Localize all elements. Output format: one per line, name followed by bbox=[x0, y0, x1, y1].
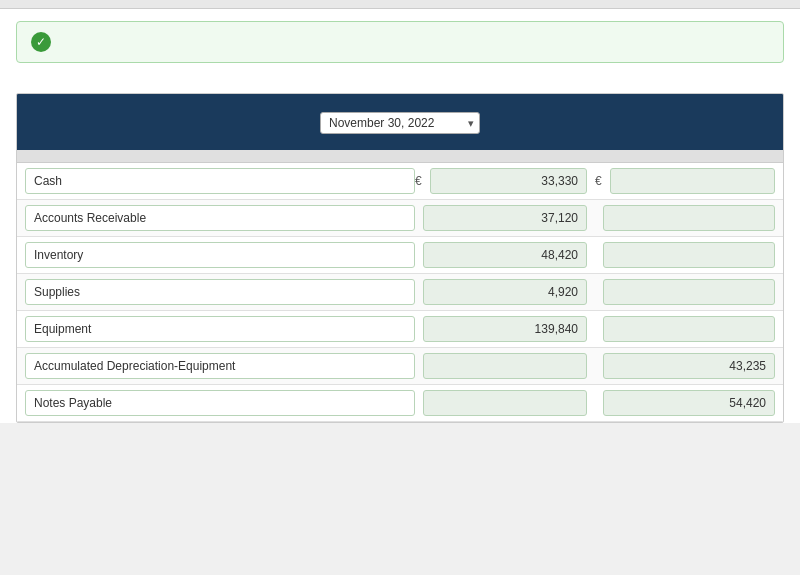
debit-amount-0[interactable]: 33,330 bbox=[430, 168, 587, 194]
table-row: Accounts Receivable 37,120 bbox=[17, 200, 783, 237]
trial-balance-table: November 30, 2022 Cash € 33,330 € Accoun… bbox=[16, 93, 784, 423]
debit-amount-6[interactable] bbox=[423, 390, 587, 416]
debit-amount-3[interactable]: 4,920 bbox=[423, 279, 587, 305]
credit-amount-0[interactable] bbox=[610, 168, 775, 194]
account-name-0: Cash bbox=[25, 168, 415, 194]
date-dropdown[interactable]: November 30, 2022 bbox=[320, 112, 480, 134]
table-row: Cash € 33,330 € bbox=[17, 163, 783, 200]
debit-cell-4: 139,840 bbox=[415, 316, 595, 342]
table-row: Inventory 48,420 bbox=[17, 237, 783, 274]
instruction-text bbox=[0, 75, 800, 93]
account-name-2: Inventory bbox=[25, 242, 415, 268]
credit-amount-6[interactable]: 54,420 bbox=[603, 390, 775, 416]
credit-cell-6: 54,420 bbox=[595, 390, 775, 416]
debit-amount-1[interactable]: 37,120 bbox=[423, 205, 587, 231]
column-headers bbox=[17, 150, 783, 163]
credit-cell-1 bbox=[595, 205, 775, 231]
credit-amount-5[interactable]: 43,235 bbox=[603, 353, 775, 379]
credit-cell-2 bbox=[595, 242, 775, 268]
table-row: Notes Payable 54,420 bbox=[17, 385, 783, 422]
table-row: Equipment 139,840 bbox=[17, 311, 783, 348]
credit-cell-0: € bbox=[595, 168, 775, 194]
date-dropdown-wrapper[interactable]: November 30, 2022 bbox=[320, 112, 480, 134]
debit-cell-5 bbox=[415, 353, 595, 379]
currency-credit-0: € bbox=[595, 174, 602, 188]
table-row: Accumulated Depreciation-Equipment 43,23… bbox=[17, 348, 783, 385]
date-row: November 30, 2022 bbox=[25, 106, 775, 144]
credit-amount-2[interactable] bbox=[603, 242, 775, 268]
credit-amount-3[interactable] bbox=[603, 279, 775, 305]
debit-amount-5[interactable] bbox=[423, 353, 587, 379]
credit-cell-3 bbox=[595, 279, 775, 305]
debit-amount-4[interactable]: 139,840 bbox=[423, 316, 587, 342]
credit-cell-4 bbox=[595, 316, 775, 342]
success-banner: ✓ bbox=[16, 21, 784, 63]
top-bar bbox=[0, 0, 800, 9]
debit-cell-3: 4,920 bbox=[415, 279, 595, 305]
account-name-3: Supplies bbox=[25, 279, 415, 305]
debit-cell-2: 48,420 bbox=[415, 242, 595, 268]
debit-cell-0: € 33,330 bbox=[415, 168, 595, 194]
credit-cell-5: 43,235 bbox=[595, 353, 775, 379]
credit-amount-4[interactable] bbox=[603, 316, 775, 342]
account-name-6: Notes Payable bbox=[25, 390, 415, 416]
debit-cell-1: 37,120 bbox=[415, 205, 595, 231]
page-container: ✓ November 30, 2022 Cash € 33,330 € bbox=[0, 0, 800, 423]
account-name-4: Equipment bbox=[25, 316, 415, 342]
table-header: November 30, 2022 bbox=[17, 94, 783, 150]
debit-cell-6 bbox=[415, 390, 595, 416]
credit-amount-1[interactable] bbox=[603, 205, 775, 231]
table-body: Cash € 33,330 € Accounts Receivable 37,1… bbox=[17, 163, 783, 422]
table-row: Supplies 4,920 bbox=[17, 274, 783, 311]
debit-amount-2[interactable]: 48,420 bbox=[423, 242, 587, 268]
currency-debit-0: € bbox=[415, 174, 422, 188]
success-icon: ✓ bbox=[31, 32, 51, 52]
account-name-5: Accumulated Depreciation-Equipment bbox=[25, 353, 415, 379]
account-name-1: Accounts Receivable bbox=[25, 205, 415, 231]
